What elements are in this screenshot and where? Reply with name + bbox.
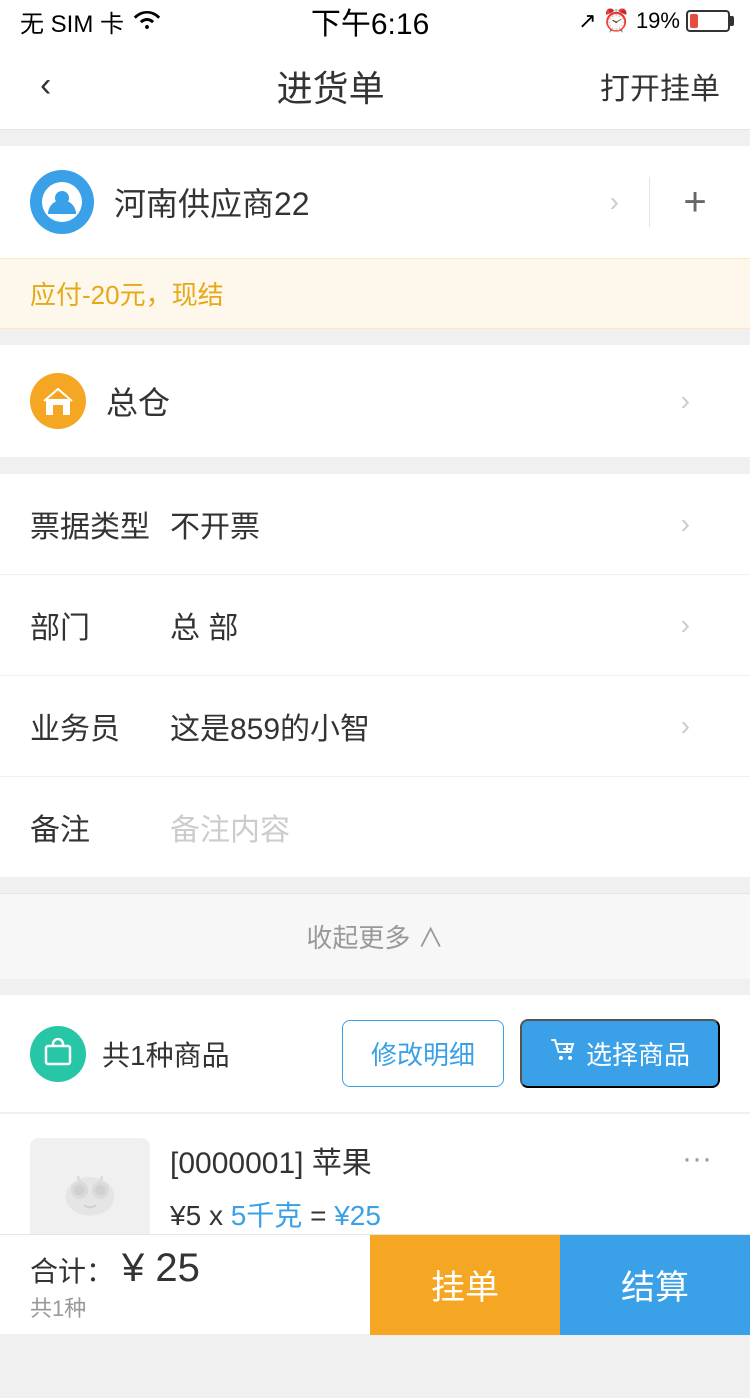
sales-value: 这是859的小智 bbox=[170, 704, 681, 748]
unit-price: ¥5 bbox=[170, 1200, 201, 1231]
invoice-row[interactable]: 票据类型 不开票 › bbox=[0, 473, 750, 574]
status-bar: 无 SIM 卡 下午6:16 ↗ ⏰ 19% bbox=[0, 0, 750, 42]
total-section: 合计： ¥ 25 共1种 bbox=[0, 1246, 370, 1323]
form-section: 票据类型 不开票 › 部门 总 部 › 业务员 这是859的小智 › 备注 备注… bbox=[0, 473, 750, 877]
wifi-icon bbox=[132, 7, 162, 36]
supplier-notice: 应付-20元，现结 bbox=[0, 258, 750, 329]
product-info: [0000001] 苹果 ¥5 x 5千克 = ¥25 bbox=[170, 1138, 674, 1234]
dept-label: 部门 bbox=[30, 603, 170, 647]
time-display: 下午6:16 bbox=[311, 0, 429, 43]
dept-chevron-icon: › bbox=[681, 609, 690, 641]
equals-sign: = bbox=[310, 1200, 334, 1231]
add-supplier-button[interactable]: + bbox=[670, 177, 720, 227]
products-header: 共1种商品 修改明细 选择商品 bbox=[0, 995, 750, 1113]
remark-label: 备注 bbox=[30, 805, 170, 849]
page-title: 进货单 bbox=[277, 60, 385, 112]
invoice-label: 票据类型 bbox=[30, 502, 170, 546]
dept-value: 总 部 bbox=[170, 603, 681, 647]
checkout-button[interactable]: 结算 bbox=[560, 1235, 750, 1335]
supplier-section: 河南供应商22 › + 应付-20元，现结 bbox=[0, 146, 750, 329]
products-count: 共1种商品 bbox=[102, 1034, 342, 1074]
remark-row[interactable]: 备注 备注内容 bbox=[0, 776, 750, 877]
divider bbox=[649, 177, 650, 227]
battery-icon bbox=[686, 10, 730, 32]
sales-row[interactable]: 业务员 这是859的小智 › bbox=[0, 675, 750, 776]
supplier-avatar bbox=[30, 170, 94, 234]
hang-button[interactable]: 挂单 bbox=[370, 1235, 560, 1335]
product-price: ¥5 x 5千克 = ¥25 bbox=[170, 1194, 674, 1234]
carrier-text: 无 SIM 卡 bbox=[20, 4, 124, 39]
total-text: 合计： bbox=[30, 1250, 114, 1290]
status-bar-left: 无 SIM 卡 bbox=[20, 4, 162, 39]
alarm-icon: ⏰ bbox=[603, 8, 630, 34]
total-sub: 共1种 bbox=[30, 1291, 340, 1323]
warehouse-section: 总仓 › bbox=[0, 345, 750, 457]
products-icon bbox=[30, 1026, 86, 1082]
total-price: ¥25 bbox=[334, 1200, 381, 1231]
warehouse-icon bbox=[30, 373, 86, 429]
battery-percent: 19% bbox=[636, 8, 680, 34]
owl-icon bbox=[55, 1157, 125, 1239]
cart-icon bbox=[550, 1038, 578, 1069]
collapse-button[interactable]: 收起更多 ∧ bbox=[0, 893, 750, 979]
remark-placeholder: 备注内容 bbox=[170, 805, 720, 849]
quantity: 5千克 bbox=[231, 1200, 303, 1231]
supplier-row[interactable]: 河南供应商22 › + bbox=[0, 146, 750, 258]
avatar-inner bbox=[42, 182, 82, 222]
warehouse-row[interactable]: 总仓 › bbox=[0, 345, 750, 457]
edit-detail-button[interactable]: 修改明细 bbox=[342, 1020, 504, 1087]
gap-2 bbox=[0, 979, 750, 995]
sales-chevron-icon: › bbox=[681, 710, 690, 742]
status-bar-right: ↗ ⏰ 19% bbox=[578, 8, 730, 34]
select-product-label: 选择商品 bbox=[586, 1035, 690, 1072]
product-more-button[interactable]: ··· bbox=[674, 1138, 720, 1180]
nav-bar: ‹ 进货单 打开挂单 bbox=[0, 42, 750, 130]
product-code: [0000001] bbox=[170, 1147, 303, 1180]
invoice-chevron-icon: › bbox=[681, 508, 690, 540]
invoice-value: 不开票 bbox=[170, 502, 681, 546]
bottom-bar: 合计： ¥ 25 共1种 挂单 结算 bbox=[0, 1234, 750, 1334]
product-name: [0000001] 苹果 bbox=[170, 1138, 674, 1182]
total-amount: ¥ 25 bbox=[122, 1246, 200, 1291]
gap-1 bbox=[0, 130, 750, 146]
multiply-sign: x bbox=[209, 1200, 231, 1231]
sales-label: 业务员 bbox=[30, 704, 170, 748]
warehouse-chevron-icon: › bbox=[681, 385, 690, 417]
warehouse-name: 总仓 bbox=[106, 378, 681, 424]
chevron-right-icon: › bbox=[610, 186, 619, 218]
back-button[interactable]: ‹ bbox=[30, 56, 61, 115]
product-title: 苹果 bbox=[312, 1147, 372, 1180]
location-icon: ↗ bbox=[578, 8, 596, 34]
dept-row[interactable]: 部门 总 部 › bbox=[0, 574, 750, 675]
open-hang-button[interactable]: 打开挂单 bbox=[600, 64, 720, 108]
total-label: 合计： ¥ 25 bbox=[30, 1246, 340, 1291]
select-product-button[interactable]: 选择商品 bbox=[520, 1019, 720, 1088]
supplier-name: 河南供应商22 bbox=[114, 179, 610, 225]
